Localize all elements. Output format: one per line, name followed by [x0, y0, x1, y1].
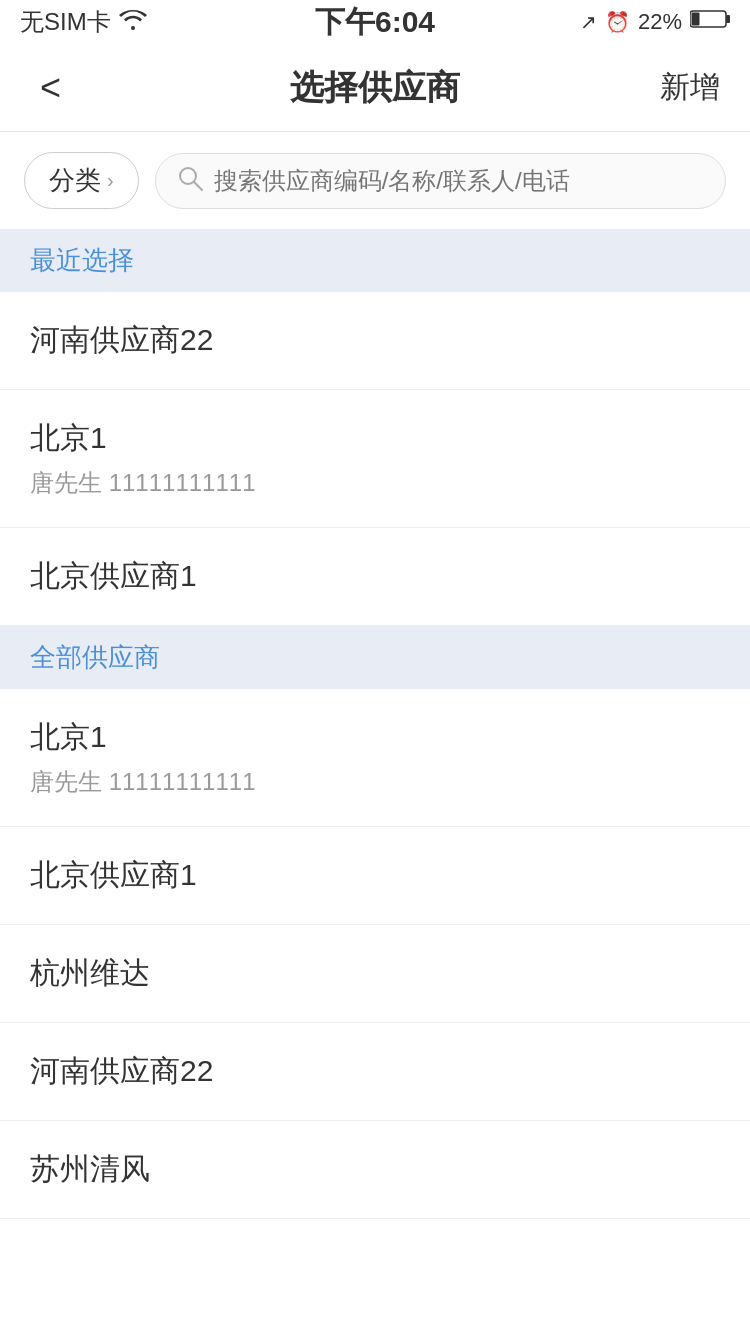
carrier-text: 无SIM卡 — [20, 6, 111, 38]
list-item[interactable]: 北京供应商1 — [0, 827, 750, 925]
status-left: 无SIM卡 — [20, 6, 147, 38]
svg-line-4 — [194, 182, 202, 190]
item-name: 河南供应商22 — [30, 320, 720, 361]
svg-rect-1 — [726, 15, 730, 23]
status-time: 下午6:04 — [315, 2, 435, 43]
chevron-right-icon: › — [107, 169, 114, 192]
page-title: 选择供应商 — [290, 65, 460, 111]
filter-bar: 分类 › — [0, 132, 750, 229]
location-icon: ↗ — [580, 10, 597, 34]
list-item[interactable]: 北京1 唐先生 11111111111 — [0, 390, 750, 528]
list-item[interactable]: 杭州维达 — [0, 925, 750, 1023]
recent-list: 河南供应商22 北京1 唐先生 11111111111 北京供应商1 — [0, 292, 750, 626]
all-list: 北京1 唐先生 11111111111 北京供应商1 杭州维达河南供应商22 苏州清风 — [0, 689, 750, 1219]
category-button[interactable]: 分类 › — [24, 152, 139, 209]
list-item[interactable]: 北京1 唐先生 11111111111 — [0, 689, 750, 827]
battery-text: 22% — [638, 9, 682, 35]
item-name: 苏州清风 — [30, 1149, 720, 1190]
item-name: 北京1 — [30, 418, 720, 459]
list-item[interactable]: 苏州清风 — [0, 1121, 750, 1219]
recent-section-header: 最近选择 — [0, 229, 750, 292]
list-item[interactable]: 北京供应商1 — [0, 528, 750, 626]
list-item[interactable]: 河南供应商22 — [0, 292, 750, 390]
all-section-header: 全部供应商 — [0, 626, 750, 689]
item-contact: 唐先生 11111111111 — [30, 766, 720, 798]
item-name: 北京供应商1 — [30, 556, 720, 597]
item-name: 北京1 — [30, 717, 720, 758]
item-name: 杭州维达 — [30, 953, 720, 994]
search-icon — [176, 164, 204, 198]
search-input[interactable] — [214, 167, 705, 195]
status-bar: 无SIM卡 下午6:04 ↗ ⏰ 22% — [0, 0, 750, 44]
new-action-button[interactable]: 新增 — [660, 67, 720, 108]
wifi-icon — [119, 8, 147, 36]
svg-rect-2 — [692, 13, 700, 26]
item-name: 河南供应商22 — [30, 1051, 720, 1092]
nav-bar: < 选择供应商 新增 — [0, 44, 750, 132]
status-right: ↗ ⏰ 22% — [580, 9, 730, 35]
recent-section-label: 最近选择 — [30, 245, 134, 275]
battery-icon — [690, 9, 730, 35]
search-box[interactable] — [155, 153, 726, 209]
category-label: 分类 — [49, 163, 101, 198]
alarm-icon: ⏰ — [605, 10, 630, 34]
all-section-label: 全部供应商 — [30, 642, 160, 672]
list-item[interactable]: 河南供应商22 — [0, 1023, 750, 1121]
item-name: 北京供应商1 — [30, 855, 720, 896]
back-button[interactable]: < — [30, 57, 71, 119]
item-contact: 唐先生 11111111111 — [30, 467, 720, 499]
